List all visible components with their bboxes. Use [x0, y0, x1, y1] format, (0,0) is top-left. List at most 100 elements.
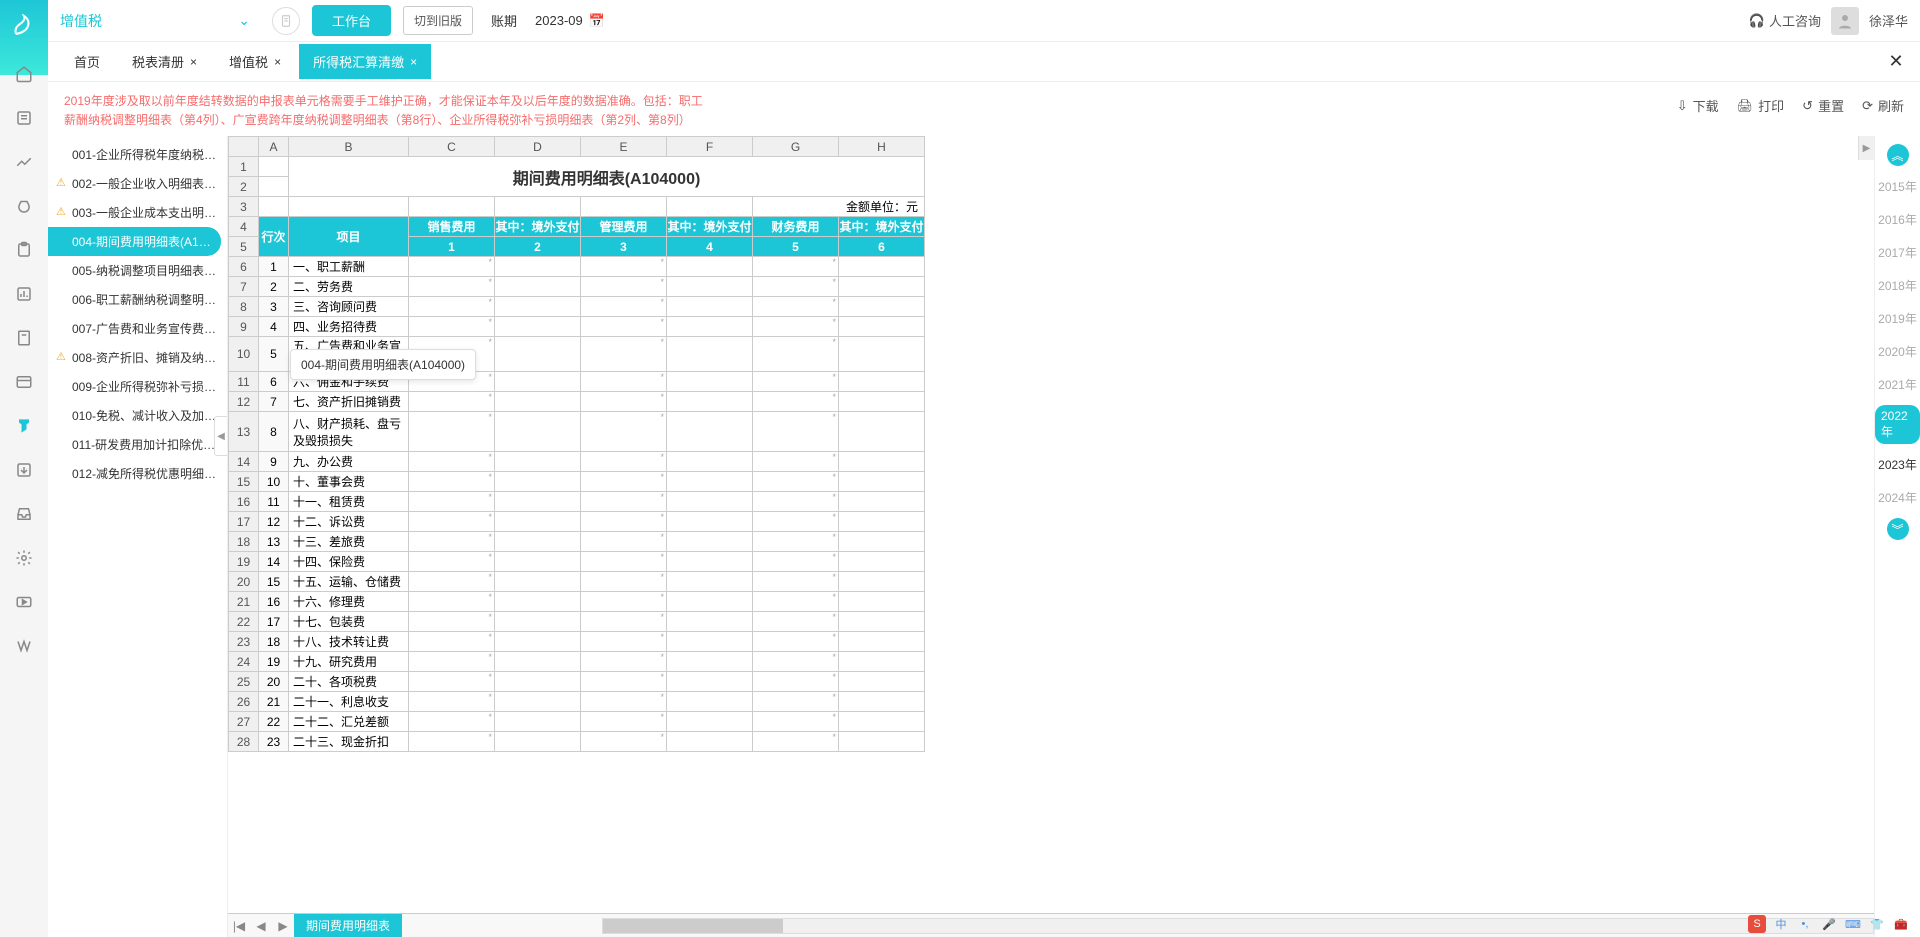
data-cell[interactable] — [839, 692, 925, 712]
data-cell[interactable] — [495, 732, 581, 752]
data-cell[interactable]: * — [409, 472, 495, 492]
vip-icon[interactable] — [12, 634, 36, 658]
tree-item[interactable]: 012-减免所得税优惠明细表(... — [48, 459, 227, 488]
data-cell[interactable] — [839, 492, 925, 512]
data-cell[interactable] — [839, 297, 925, 317]
tree-item[interactable]: ⚠003-一般企业成本支出明细... — [48, 198, 227, 227]
data-cell[interactable]: * — [409, 452, 495, 472]
data-cell[interactable]: * — [581, 412, 667, 452]
data-cell[interactable]: * — [753, 412, 839, 452]
row-header[interactable]: 2 — [229, 177, 259, 197]
data-cell[interactable] — [667, 592, 753, 612]
data-cell[interactable] — [495, 472, 581, 492]
tree-item[interactable]: 010-免税、减计收入及加计... — [48, 401, 227, 430]
col-header[interactable]: H — [839, 137, 925, 157]
row-header[interactable]: 13 — [229, 412, 259, 452]
data-cell[interactable] — [839, 277, 925, 297]
data-cell[interactable] — [495, 512, 581, 532]
data-cell[interactable]: * — [753, 452, 839, 472]
data-cell[interactable] — [667, 632, 753, 652]
data-cell[interactable] — [667, 392, 753, 412]
data-cell[interactable] — [839, 612, 925, 632]
col-header[interactable]: F — [667, 137, 753, 157]
data-cell[interactable]: * — [753, 277, 839, 297]
data-cell[interactable] — [495, 257, 581, 277]
data-cell[interactable]: * — [409, 652, 495, 672]
hscroll-track[interactable] — [602, 918, 1874, 934]
data-cell[interactable]: * — [753, 712, 839, 732]
switch-old-button[interactable]: 切到旧版 — [403, 6, 473, 35]
year-item[interactable]: 2019年 — [1878, 306, 1917, 331]
data-cell[interactable]: * — [409, 257, 495, 277]
data-cell[interactable]: * — [753, 337, 839, 372]
data-cell[interactable] — [495, 412, 581, 452]
row-header[interactable]: 16 — [229, 492, 259, 512]
row-header[interactable]: 15 — [229, 472, 259, 492]
data-cell[interactable]: * — [581, 317, 667, 337]
data-cell[interactable] — [839, 392, 925, 412]
year-item[interactable]: 2022年 — [1875, 405, 1920, 444]
row-header[interactable]: 14 — [229, 452, 259, 472]
doc-round-button[interactable] — [272, 7, 300, 35]
tab-首页[interactable]: 首页 — [60, 44, 114, 79]
data-cell[interactable]: * — [409, 732, 495, 752]
support-link[interactable]: 🎧 人工咨询 — [1749, 11, 1821, 30]
hscroll-thumb[interactable] — [603, 919, 783, 933]
download-button[interactable]: ⇩下载 — [1677, 96, 1719, 115]
row-header[interactable]: 28 — [229, 732, 259, 752]
data-cell[interactable]: * — [581, 337, 667, 372]
col-header[interactable]: G — [753, 137, 839, 157]
data-cell[interactable] — [495, 392, 581, 412]
data-cell[interactable] — [667, 317, 753, 337]
data-cell[interactable]: * — [753, 552, 839, 572]
data-cell[interactable]: * — [753, 572, 839, 592]
data-cell[interactable] — [667, 297, 753, 317]
row-header[interactable]: 7 — [229, 277, 259, 297]
data-cell[interactable]: * — [581, 552, 667, 572]
data-cell[interactable] — [667, 512, 753, 532]
data-cell[interactable] — [495, 612, 581, 632]
data-cell[interactable]: * — [581, 277, 667, 297]
row-header[interactable]: 18 — [229, 532, 259, 552]
data-cell[interactable] — [495, 372, 581, 392]
data-cell[interactable]: * — [409, 297, 495, 317]
data-cell[interactable] — [839, 652, 925, 672]
data-cell[interactable] — [667, 472, 753, 492]
data-cell[interactable] — [495, 652, 581, 672]
data-cell[interactable]: * — [581, 492, 667, 512]
data-cell[interactable] — [667, 732, 753, 752]
year-item[interactable]: 2017年 — [1878, 240, 1917, 265]
data-cell[interactable] — [839, 592, 925, 612]
data-cell[interactable] — [495, 712, 581, 732]
reset-button[interactable]: ↺重置 — [1802, 96, 1844, 115]
data-cell[interactable] — [839, 512, 925, 532]
tree-item[interactable]: 004-期间费用明细表(A1040... — [48, 227, 221, 256]
tax-icon[interactable] — [12, 414, 36, 438]
tab-增值税[interactable]: 增值税× — [215, 44, 295, 79]
data-cell[interactable] — [495, 552, 581, 572]
data-cell[interactable] — [495, 692, 581, 712]
data-cell[interactable]: * — [409, 512, 495, 532]
row-header[interactable]: 4 — [229, 217, 259, 237]
sheet-nav-first[interactable]: |◀ — [228, 919, 250, 933]
row-header[interactable]: 24 — [229, 652, 259, 672]
row-header[interactable]: 11 — [229, 372, 259, 392]
data-cell[interactable]: * — [409, 412, 495, 452]
data-cell[interactable] — [667, 612, 753, 632]
tax-type-select[interactable]: 增值税 ⌄ — [60, 11, 260, 31]
settings-icon[interactable] — [12, 546, 36, 570]
data-cell[interactable]: * — [581, 572, 667, 592]
data-cell[interactable] — [839, 632, 925, 652]
data-cell[interactable]: * — [581, 532, 667, 552]
data-cell[interactable]: * — [753, 612, 839, 632]
tree-item[interactable]: 005-纳税调整项目明细表(A1... — [48, 256, 227, 285]
data-cell[interactable] — [495, 492, 581, 512]
data-cell[interactable]: * — [581, 592, 667, 612]
data-cell[interactable] — [839, 372, 925, 392]
data-cell[interactable] — [839, 552, 925, 572]
data-cell[interactable]: * — [409, 552, 495, 572]
data-cell[interactable] — [667, 277, 753, 297]
tree-item[interactable]: 006-职工薪酬纳税调整明细... — [48, 285, 227, 314]
data-cell[interactable] — [839, 732, 925, 752]
report-icon[interactable] — [12, 282, 36, 306]
